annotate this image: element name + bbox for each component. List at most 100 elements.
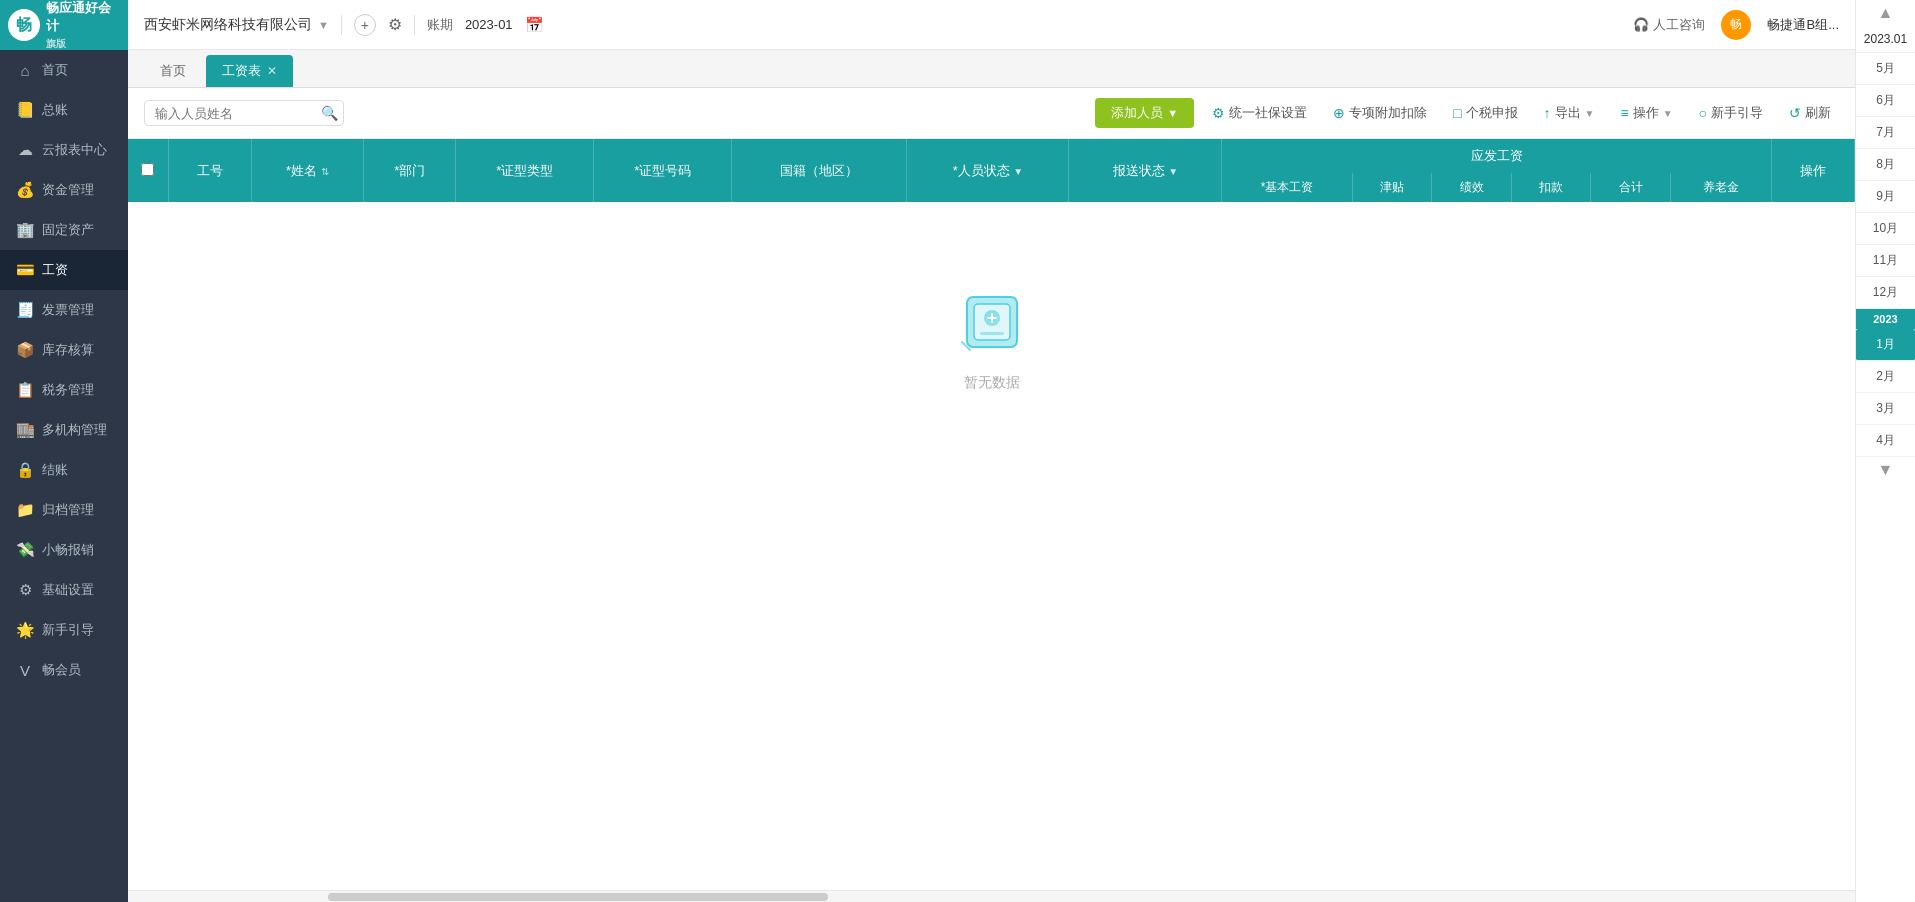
year-panel-up[interactable]: ▲ (1856, 0, 1915, 26)
sidebar-item-invoice[interactable]: 🧾 发票管理 (0, 290, 128, 330)
th-country-label: 国籍（地区） (780, 163, 858, 178)
sidebar-item-label: 税务管理 (42, 381, 94, 399)
company-settings-icon[interactable]: ⚙ (388, 15, 402, 34)
th-dept-label: *部门 (394, 163, 425, 178)
th-cert-no-label: *证型号码 (634, 163, 691, 178)
tax-report-action[interactable]: □ 个税申报 (1445, 100, 1525, 126)
empty-icon (952, 282, 1032, 362)
divider-2 (414, 15, 415, 35)
period-label: 账期 (427, 16, 453, 34)
sidebar-item-label: 结账 (42, 461, 68, 479)
special-deduction-action[interactable]: ⊕ 专项附加扣除 (1325, 100, 1435, 126)
sidebar-item-ledger[interactable]: 📒 总账 (0, 90, 128, 130)
sidebar-item-cloud-report[interactable]: ☁ 云报表中心 (0, 130, 128, 170)
month-item-10[interactable]: 10月 (1856, 213, 1915, 245)
svg-rect-5 (980, 332, 1004, 335)
tab-close-icon[interactable]: ✕ (267, 64, 277, 78)
divider-1 (341, 15, 342, 35)
month-item-4[interactable]: 4月 (1856, 425, 1915, 457)
month-item-8[interactable]: 8月 (1856, 149, 1915, 181)
th-pension-label: 养老金 (1703, 180, 1739, 194)
th-status: *人员状态 ▼ (907, 139, 1069, 202)
empty-state: 暂无数据 (128, 202, 1855, 472)
period-value: 2023-01 (465, 17, 513, 32)
th-name: *姓名 ⇅ (251, 139, 364, 202)
month-item-7[interactable]: 7月 (1856, 117, 1915, 149)
sidebar-item-home[interactable]: ⌂ 首页 (0, 50, 128, 90)
sidebar-item-label: 新手引导 (42, 621, 94, 639)
sidebar: 畅 畅应通好会计 旗版 ⌂ 首页 📒 总账 ☁ 云报表中心 💰 资金管理 🏢 固… (0, 0, 128, 902)
export-action[interactable]: ↑ 导出 ▼ (1536, 100, 1603, 126)
special-deduction-label: 专项附加扣除 (1349, 104, 1427, 122)
month-item-11[interactable]: 11月 (1856, 245, 1915, 277)
sidebar-item-label: 云报表中心 (42, 141, 107, 159)
report-status-filter-icon[interactable]: ▼ (1168, 166, 1178, 177)
sidebar-item-expense[interactable]: 💸 小畅报销 (0, 530, 128, 570)
sidebar-item-fixed-assets[interactable]: 🏢 固定资产 (0, 210, 128, 250)
guide-action[interactable]: ○ 新手引导 (1691, 100, 1771, 126)
topbar-right: 🎧 人工咨询 畅 畅捷通B组... (1633, 10, 1839, 40)
operations-action[interactable]: ≡ 操作 ▼ (1612, 100, 1680, 126)
month-item-9[interactable]: 9月 (1856, 181, 1915, 213)
invoice-icon: 🧾 (16, 301, 34, 319)
month-item-2[interactable]: 2月 (1856, 361, 1915, 393)
sidebar-item-inventory[interactable]: 📦 库存核算 (0, 330, 128, 370)
search-wrap: 🔍 (144, 100, 344, 126)
select-all-checkbox[interactable] (141, 163, 154, 176)
sidebar-item-fund[interactable]: 💰 资金管理 (0, 170, 128, 210)
app-edition: 旗版 (46, 37, 120, 51)
sidebar-item-label: 资金管理 (42, 181, 94, 199)
month-item-3[interactable]: 3月 (1856, 393, 1915, 425)
year-panel-down[interactable]: ▼ (1856, 457, 1915, 483)
sidebar-item-multi-org[interactable]: 🏬 多机构管理 (0, 410, 128, 450)
search-input[interactable] (155, 106, 315, 121)
th-emp-no: 工号 (168, 139, 251, 202)
logo-text: 畅应通好会计 旗版 (46, 0, 120, 51)
th-deduction: 扣款 (1511, 173, 1591, 202)
add-person-label: 添加人员 (1111, 104, 1163, 122)
help-button[interactable]: 🎧 人工咨询 (1633, 16, 1705, 34)
sidebar-item-salary[interactable]: 💳 工资 (0, 250, 128, 290)
toolbar-actions: 添加人员 ▼ ⚙ 统一社保设置 ⊕ 专项附加扣除 □ 个税申报 ↑ 导出 (1095, 98, 1839, 128)
sidebar-item-member[interactable]: V 畅会员 (0, 650, 128, 690)
name-sort-icon[interactable]: ⇅ (321, 166, 329, 177)
sidebar-item-label: 基础设置 (42, 581, 94, 599)
tab-salary[interactable]: 工资表 ✕ (206, 55, 293, 87)
sidebar-item-label: 库存核算 (42, 341, 94, 359)
tab-home-label: 首页 (160, 63, 186, 78)
topbar: 西安虾米网络科技有限公司 ▼ + ⚙ 账期 2023-01 📅 🎧 人工咨询 畅… (128, 0, 1855, 50)
month-item-5[interactable]: 5月 (1856, 53, 1915, 85)
scrollbar-thumb (328, 893, 828, 901)
sidebar-item-closing[interactable]: 🔒 结账 (0, 450, 128, 490)
fixed-assets-icon: 🏢 (16, 221, 34, 239)
sidebar-item-basic-settings[interactable]: ⚙ 基础设置 (0, 570, 128, 610)
th-report-status: 报送状态 ▼ (1069, 139, 1222, 202)
operations-icon: ≡ (1620, 105, 1628, 121)
month-item-12[interactable]: 12月 (1856, 277, 1915, 309)
add-person-dropdown-icon: ▼ (1167, 107, 1178, 119)
month-item-6[interactable]: 6月 (1856, 85, 1915, 117)
company-dropdown-icon: ▼ (318, 19, 329, 31)
sidebar-item-tax[interactable]: 📋 税务管理 (0, 370, 128, 410)
add-person-button[interactable]: 添加人员 ▼ (1095, 98, 1194, 128)
table-scrollbar[interactable] (128, 890, 1855, 902)
salary-toolbar: 🔍 添加人员 ▼ ⚙ 统一社保设置 ⊕ 专项附加扣除 □ 个税申报 (128, 88, 1855, 139)
main-area: 西安虾米网络科技有限公司 ▼ + ⚙ 账期 2023-01 📅 🎧 人工咨询 畅… (128, 0, 1855, 902)
th-salary-group-label: 应发工资 (1471, 148, 1523, 163)
help-icon: 🎧 (1633, 17, 1649, 32)
tax-icon: 📋 (16, 381, 34, 399)
export-label: 导出 (1555, 104, 1581, 122)
closing-icon: 🔒 (16, 461, 34, 479)
refresh-action[interactable]: ↺ 刷新 (1781, 100, 1839, 126)
month-item-1[interactable]: 1月 (1856, 329, 1915, 361)
year-panel-title: 2023.01 (1856, 26, 1915, 53)
calendar-icon[interactable]: 📅 (525, 16, 544, 34)
status-filter-icon[interactable]: ▼ (1013, 166, 1023, 177)
th-performance-label: 绩效 (1460, 180, 1484, 194)
tab-home[interactable]: 首页 (144, 55, 202, 87)
add-company-button[interactable]: + (354, 14, 376, 36)
sidebar-item-new-guide[interactable]: 🌟 新手引导 (0, 610, 128, 650)
sidebar-item-archive[interactable]: 📁 归档管理 (0, 490, 128, 530)
company-selector[interactable]: 西安虾米网络科技有限公司 ▼ (144, 16, 329, 34)
social-settings-action[interactable]: ⚙ 统一社保设置 (1204, 100, 1315, 126)
